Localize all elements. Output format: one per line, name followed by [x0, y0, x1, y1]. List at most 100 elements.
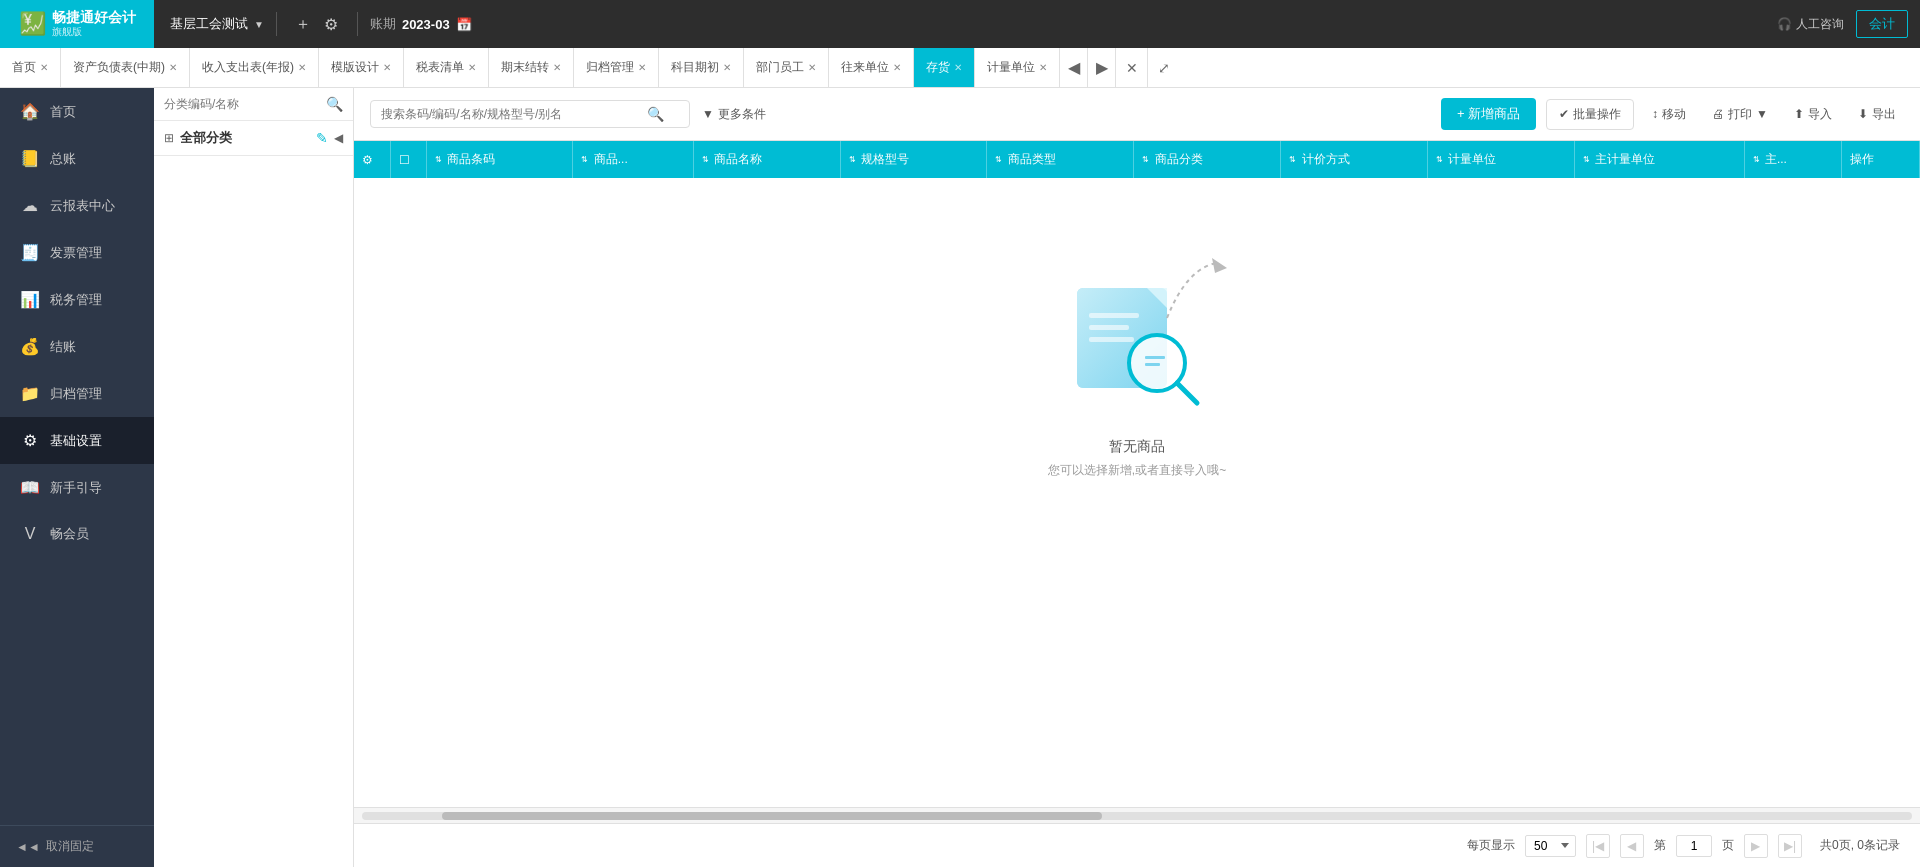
sidebar-item-closing[interactable]: 💰 结账	[0, 323, 154, 370]
company-selector[interactable]: 基层工会测试 ▼	[170, 15, 264, 33]
sort-price-icon[interactable]: ⇅	[1289, 155, 1296, 164]
tab-period-transfer[interactable]: 期末结转 ✕	[489, 48, 574, 88]
human-service-button[interactable]: 🎧 人工咨询	[1777, 16, 1844, 33]
period-value[interactable]: 2023-03	[402, 17, 450, 32]
export-button[interactable]: ⬇ 导出	[1850, 100, 1904, 129]
more-conditions-button[interactable]: ▼ 更多条件	[702, 106, 766, 123]
tab-tax-list[interactable]: 税表清单 ✕	[404, 48, 489, 88]
sidebar-item-member[interactable]: V 畅会员	[0, 511, 154, 557]
sidebar-item-home[interactable]: 🏠 首页	[0, 88, 154, 135]
import-icon: ⬆	[1794, 107, 1804, 121]
category-search-icon[interactable]: 🔍	[326, 96, 343, 112]
category-search-input[interactable]	[164, 97, 320, 111]
print-icon: 🖨	[1712, 107, 1724, 121]
sort-name-icon[interactable]: ⇅	[702, 155, 709, 164]
sort-type-icon[interactable]: ⇅	[995, 155, 1002, 164]
sort-unit-icon[interactable]: ⇅	[1436, 155, 1443, 164]
tab-close-archive[interactable]: ✕	[638, 62, 646, 73]
tab-inventory[interactable]: 存货 ✕	[914, 48, 975, 88]
print-button[interactable]: 🖨 打印 ▼	[1704, 100, 1776, 129]
add-tab-button[interactable]: ＋	[289, 10, 317, 38]
sidebar-label-closing: 结账	[50, 338, 76, 356]
sidebar-item-invoice[interactable]: 🧾 发票管理	[0, 229, 154, 276]
sidebar-label-reports: 云报表中心	[50, 197, 115, 215]
tab-homepage[interactable]: 首页 ✕	[0, 48, 61, 88]
scrollbar-thumb[interactable]	[442, 812, 1102, 820]
tab-close-tax[interactable]: ✕	[468, 62, 476, 73]
tab-close-subject[interactable]: ✕	[723, 62, 731, 73]
sidebar-label-ledger: 总账	[50, 150, 76, 168]
sidebar-item-tax[interactable]: 📊 税务管理	[0, 276, 154, 323]
sort-category-icon[interactable]: ⇅	[1142, 155, 1149, 164]
export-icon: ⬇	[1858, 107, 1868, 121]
guide-icon: 📖	[20, 478, 40, 497]
tab-close-period[interactable]: ✕	[553, 62, 561, 73]
sort-spec-icon[interactable]: ⇅	[849, 155, 856, 164]
tab-template-design[interactable]: 模版设计 ✕	[319, 48, 404, 88]
th-checkbox[interactable]: ☐	[390, 141, 426, 178]
per-page-select[interactable]: 50 100 200	[1525, 835, 1576, 857]
prev-page-button[interactable]: ◀	[1620, 834, 1644, 858]
sidebar-item-reports[interactable]: ☁ 云报表中心	[0, 182, 154, 229]
tab-expand-button[interactable]: ⤢	[1148, 48, 1180, 88]
import-button[interactable]: ⬆ 导入	[1786, 100, 1840, 129]
tab-close-all-button[interactable]: ✕	[1116, 48, 1148, 88]
page-number-input[interactable]	[1676, 835, 1712, 857]
tab-close-unit[interactable]: ✕	[1039, 62, 1047, 73]
move-button[interactable]: ↕ 移动	[1644, 100, 1694, 129]
category-panel: 🔍 ⊞ 全部分类 ✎ ◀	[154, 88, 354, 867]
sidebar-item-guide[interactable]: 📖 新手引导	[0, 464, 154, 511]
collapse-icon[interactable]: ◀	[334, 131, 343, 145]
tab-department[interactable]: 部门员工 ✕	[744, 48, 829, 88]
th-code: ⇅ 商品...	[573, 141, 693, 178]
unpin-button[interactable]: ◄◄ 取消固定	[0, 825, 154, 867]
tab-contacts[interactable]: 往来单位 ✕	[829, 48, 914, 88]
tab-balance-sheet[interactable]: 资产负债表(中期) ✕	[61, 48, 190, 88]
tab-next-button[interactable]: ▶	[1088, 48, 1116, 88]
first-page-button[interactable]: |◀	[1586, 834, 1610, 858]
tab-close-income[interactable]: ✕	[298, 62, 306, 73]
print-dropdown-icon: ▼	[1756, 107, 1768, 121]
product-search-input[interactable]	[381, 107, 641, 121]
logo-sub: 旗舰版	[52, 25, 136, 39]
main-layout: 🏠 首页 📒 总账 ☁ 云报表中心 🧾 发票管理 📊 税务管理 💰 结账 📁 归…	[0, 88, 1920, 867]
sort-main-unit-icon[interactable]: ⇅	[1583, 155, 1590, 164]
sidebar-item-ledger[interactable]: 📒 总账	[0, 135, 154, 182]
settings-icon[interactable]: ⚙	[317, 10, 345, 38]
th-gear[interactable]: ⚙	[354, 141, 390, 178]
tab-prev-button[interactable]: ◀	[1060, 48, 1088, 88]
sidebar-item-archive[interactable]: 📁 归档管理	[0, 370, 154, 417]
sort-barcode-icon[interactable]: ⇅	[435, 155, 442, 164]
tab-subject-initial[interactable]: 科目期初 ✕	[659, 48, 744, 88]
calendar-icon[interactable]: 📅	[456, 17, 472, 32]
tab-close-contacts[interactable]: ✕	[893, 62, 901, 73]
logo-text: 畅捷通好会计	[52, 9, 136, 26]
tab-close-department[interactable]: ✕	[808, 62, 816, 73]
batch-icon: ✔	[1559, 107, 1569, 121]
horizontal-scrollbar[interactable]	[362, 812, 1912, 820]
tab-close-inventory[interactable]: ✕	[954, 62, 962, 73]
sidebar-item-settings[interactable]: ⚙ 基础设置	[0, 417, 154, 464]
settings-gear-icon: ⚙	[20, 431, 40, 450]
category-header: ⊞ 全部分类 ✎ ◀	[154, 121, 353, 156]
next-page-button[interactable]: ▶	[1744, 834, 1768, 858]
member-icon: V	[20, 525, 40, 543]
kuaiji-button[interactable]: 会计	[1856, 10, 1908, 38]
tab-close-template[interactable]: ✕	[383, 62, 391, 73]
last-page-button[interactable]: ▶|	[1778, 834, 1802, 858]
edit-icon[interactable]: ✎	[316, 130, 328, 146]
all-categories-label[interactable]: 全部分类	[180, 129, 310, 147]
search-icon[interactable]: 🔍	[647, 106, 664, 122]
sidebar: 🏠 首页 📒 总账 ☁ 云报表中心 🧾 发票管理 📊 税务管理 💰 结账 📁 归…	[0, 88, 154, 867]
tab-close-balance[interactable]: ✕	[169, 62, 177, 73]
add-product-button[interactable]: + 新增商品	[1441, 98, 1536, 130]
batch-operation-button[interactable]: ✔ 批量操作	[1546, 99, 1634, 130]
tab-close-homepage[interactable]: ✕	[40, 62, 48, 73]
sort-code-icon[interactable]: ⇅	[581, 155, 588, 164]
tab-archive[interactable]: 归档管理 ✕	[574, 48, 659, 88]
pagination-bar: 每页显示 50 100 200 |◀ ◀ 第 页 ▶ ▶| 共0页, 0条记录	[354, 823, 1920, 867]
sort-main-code-icon[interactable]: ⇅	[1753, 155, 1760, 164]
tab-unit[interactable]: 计量单位 ✕	[975, 48, 1060, 88]
svg-line-7	[1177, 383, 1197, 403]
tab-income-statement[interactable]: 收入支出表(年报) ✕	[190, 48, 319, 88]
